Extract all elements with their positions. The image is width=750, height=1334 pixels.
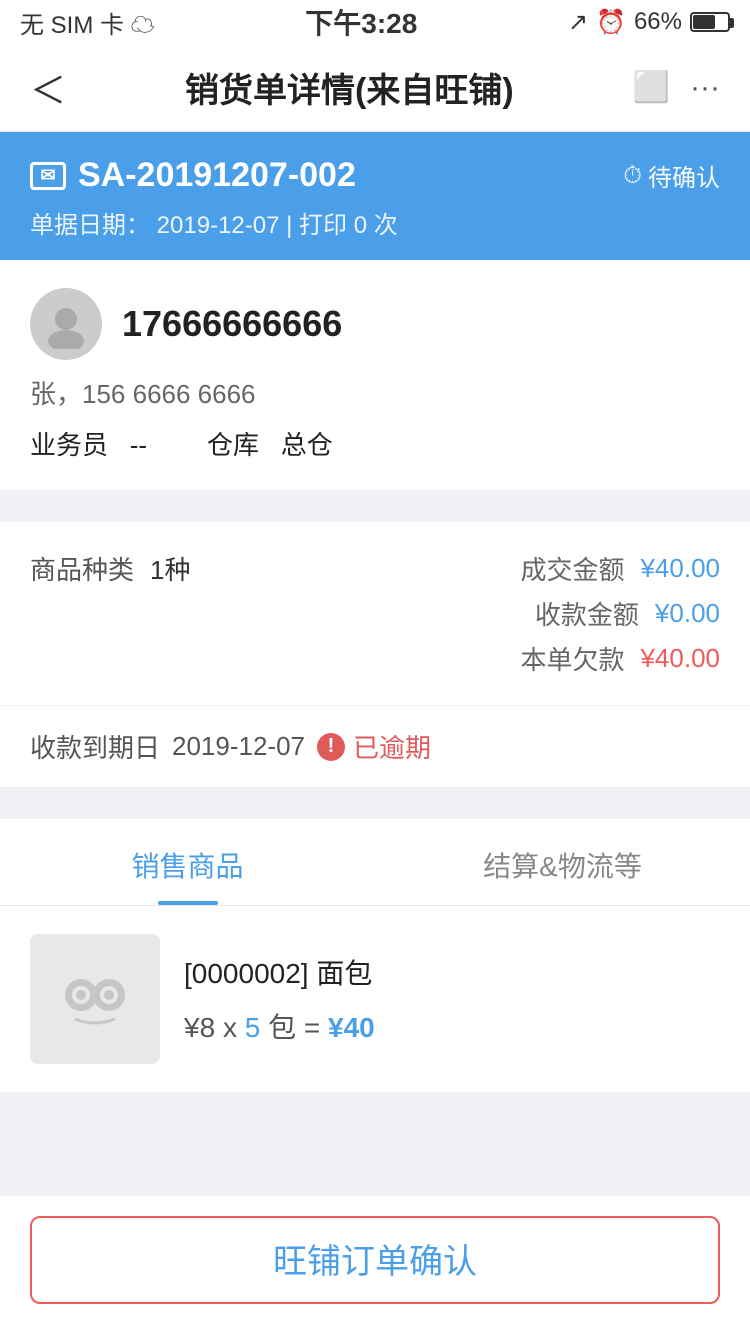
print-suffix: 次 bbox=[374, 212, 398, 239]
transaction-label: 成交金额 bbox=[520, 550, 624, 587]
sim-label: 无 SIM 卡 ☁ bbox=[20, 5, 155, 40]
product-type-value: 1种 bbox=[150, 550, 190, 587]
summary-card: 商品种类 1种 成交金额 ¥40.00 收款金额 ¥0.00 本单欠款 ¥40.… bbox=[0, 522, 750, 705]
received-value: ¥0.00 bbox=[655, 598, 720, 629]
due-date-value: 2019-12-07 bbox=[172, 731, 305, 762]
product-thumbnail bbox=[30, 934, 160, 1064]
product-qty: 5 bbox=[245, 1012, 261, 1043]
transaction-row: 成交金额 ¥40.00 bbox=[520, 550, 720, 587]
warehouse-value: 总仓 bbox=[281, 430, 333, 460]
avatar bbox=[30, 288, 102, 360]
due-date-card: 收款到期日 2019-12-07 ! 已逾期 bbox=[0, 705, 750, 787]
battery-percent: 66% bbox=[634, 8, 682, 36]
confirm-button-wrap: 旺铺订单确认 bbox=[0, 1196, 750, 1334]
product-type-label: 商品种类 bbox=[30, 550, 134, 587]
due-date-label: 收款到期日 bbox=[30, 728, 160, 765]
product-total: ¥40 bbox=[328, 1012, 375, 1043]
product-name-text: 面包 bbox=[316, 958, 372, 989]
tabs: 销售商品 结算&物流等 bbox=[0, 819, 750, 906]
status-clock-icon: ⏱ bbox=[623, 162, 642, 190]
customer-phone: 17666666666 bbox=[122, 303, 342, 345]
product-type-info: 商品种类 1种 bbox=[30, 550, 190, 587]
order-id-text: SA-20191207-002 bbox=[78, 156, 356, 195]
status-time: 下午3:28 bbox=[305, 2, 417, 42]
warehouse-item: 仓库 总仓 bbox=[207, 425, 333, 462]
table-row: [0000002] 面包 ¥8 x 5 包 = ¥40 bbox=[0, 906, 750, 1093]
page-title: 销货单详情(来自旺铺) bbox=[185, 63, 514, 112]
share-icon[interactable]: ⬜ bbox=[633, 70, 670, 105]
nav-actions: ⬜ ··· bbox=[633, 70, 720, 105]
product-name: [0000002] 面包 bbox=[184, 952, 720, 992]
status-right: ↗ ⏰ 66% bbox=[568, 8, 730, 37]
salesman-item: 业务员 -- bbox=[30, 425, 147, 462]
salesman-label: 业务员 bbox=[30, 430, 108, 460]
received-label: 收款金额 bbox=[535, 595, 639, 632]
battery-icon bbox=[690, 12, 730, 32]
confirm-order-button[interactable]: 旺铺订单确认 bbox=[30, 1216, 720, 1304]
signal-icon: ↗ bbox=[568, 8, 588, 37]
customer-card: 17666666666 张，156 6666 6666 业务员 -- 仓库 总仓 bbox=[0, 260, 750, 490]
more-icon[interactable]: ··· bbox=[690, 71, 720, 105]
product-info: [0000002] 面包 ¥8 x 5 包 = ¥40 bbox=[184, 952, 720, 1046]
multiply-sign: x bbox=[223, 1012, 245, 1043]
warehouse-label: 仓库 bbox=[207, 430, 259, 460]
order-date: 2019-12-07 bbox=[157, 212, 280, 239]
print-count: 0 bbox=[354, 212, 367, 239]
tab-settlement-logistics[interactable]: 结算&物流等 bbox=[375, 819, 750, 905]
order-date-row: 单据日期： 2019-12-07 | 打印 0 次 bbox=[30, 205, 720, 240]
status-bar: 无 SIM 卡 ☁ 下午3:28 ↗ ⏰ 66% bbox=[0, 0, 750, 44]
order-header-card: ✉ SA-20191207-002 ⏱ 待确认 单据日期： 2019-12-07… bbox=[0, 132, 750, 260]
order-status: ⏱ 待确认 bbox=[623, 158, 720, 193]
received-row: 收款金额 ¥0.00 bbox=[535, 595, 720, 632]
divider-1 bbox=[0, 506, 750, 522]
nav-bar: ＜ 销货单详情(来自旺铺) ⬜ ··· bbox=[0, 44, 750, 132]
order-id: ✉ SA-20191207-002 bbox=[30, 156, 356, 195]
product-code: [0000002] bbox=[184, 958, 309, 989]
back-button[interactable]: ＜ bbox=[30, 62, 66, 114]
tab-sales-products[interactable]: 销售商品 bbox=[0, 819, 375, 905]
owe-row: 本单欠款 ¥40.00 bbox=[520, 640, 720, 677]
overdue-dot-icon: ! bbox=[317, 733, 345, 761]
equal-sign: = bbox=[304, 1012, 328, 1043]
alarm-icon: ⏰ bbox=[596, 8, 626, 37]
product-price: ¥8 x 5 包 = ¥40 bbox=[184, 1006, 720, 1046]
amounts: 成交金额 ¥40.00 收款金额 ¥0.00 本单欠款 ¥40.00 bbox=[520, 550, 720, 677]
owe-label: 本单欠款 bbox=[520, 640, 624, 677]
status-text: 待确认 bbox=[648, 158, 720, 193]
overdue-badge: ! 已逾期 bbox=[317, 728, 431, 765]
print-label: | 打印 bbox=[286, 212, 347, 239]
owe-value: ¥40.00 bbox=[640, 643, 720, 674]
customer-name: 张，156 6666 6666 bbox=[30, 374, 720, 411]
date-label: 单据日期： bbox=[30, 212, 150, 239]
overdue-text: 已逾期 bbox=[353, 728, 431, 765]
unit-text: 包 bbox=[268, 1012, 296, 1043]
salesman-value: -- bbox=[130, 430, 147, 460]
order-icon: ✉ bbox=[30, 162, 66, 190]
product-list: [0000002] 面包 ¥8 x 5 包 = ¥40 bbox=[0, 906, 750, 1093]
divider-2 bbox=[0, 787, 750, 803]
transaction-value: ¥40.00 bbox=[640, 553, 720, 584]
unit-price: ¥8 bbox=[184, 1012, 215, 1043]
customer-meta: 业务员 -- 仓库 总仓 bbox=[30, 425, 720, 462]
status-left: 无 SIM 卡 ☁ bbox=[20, 5, 155, 40]
